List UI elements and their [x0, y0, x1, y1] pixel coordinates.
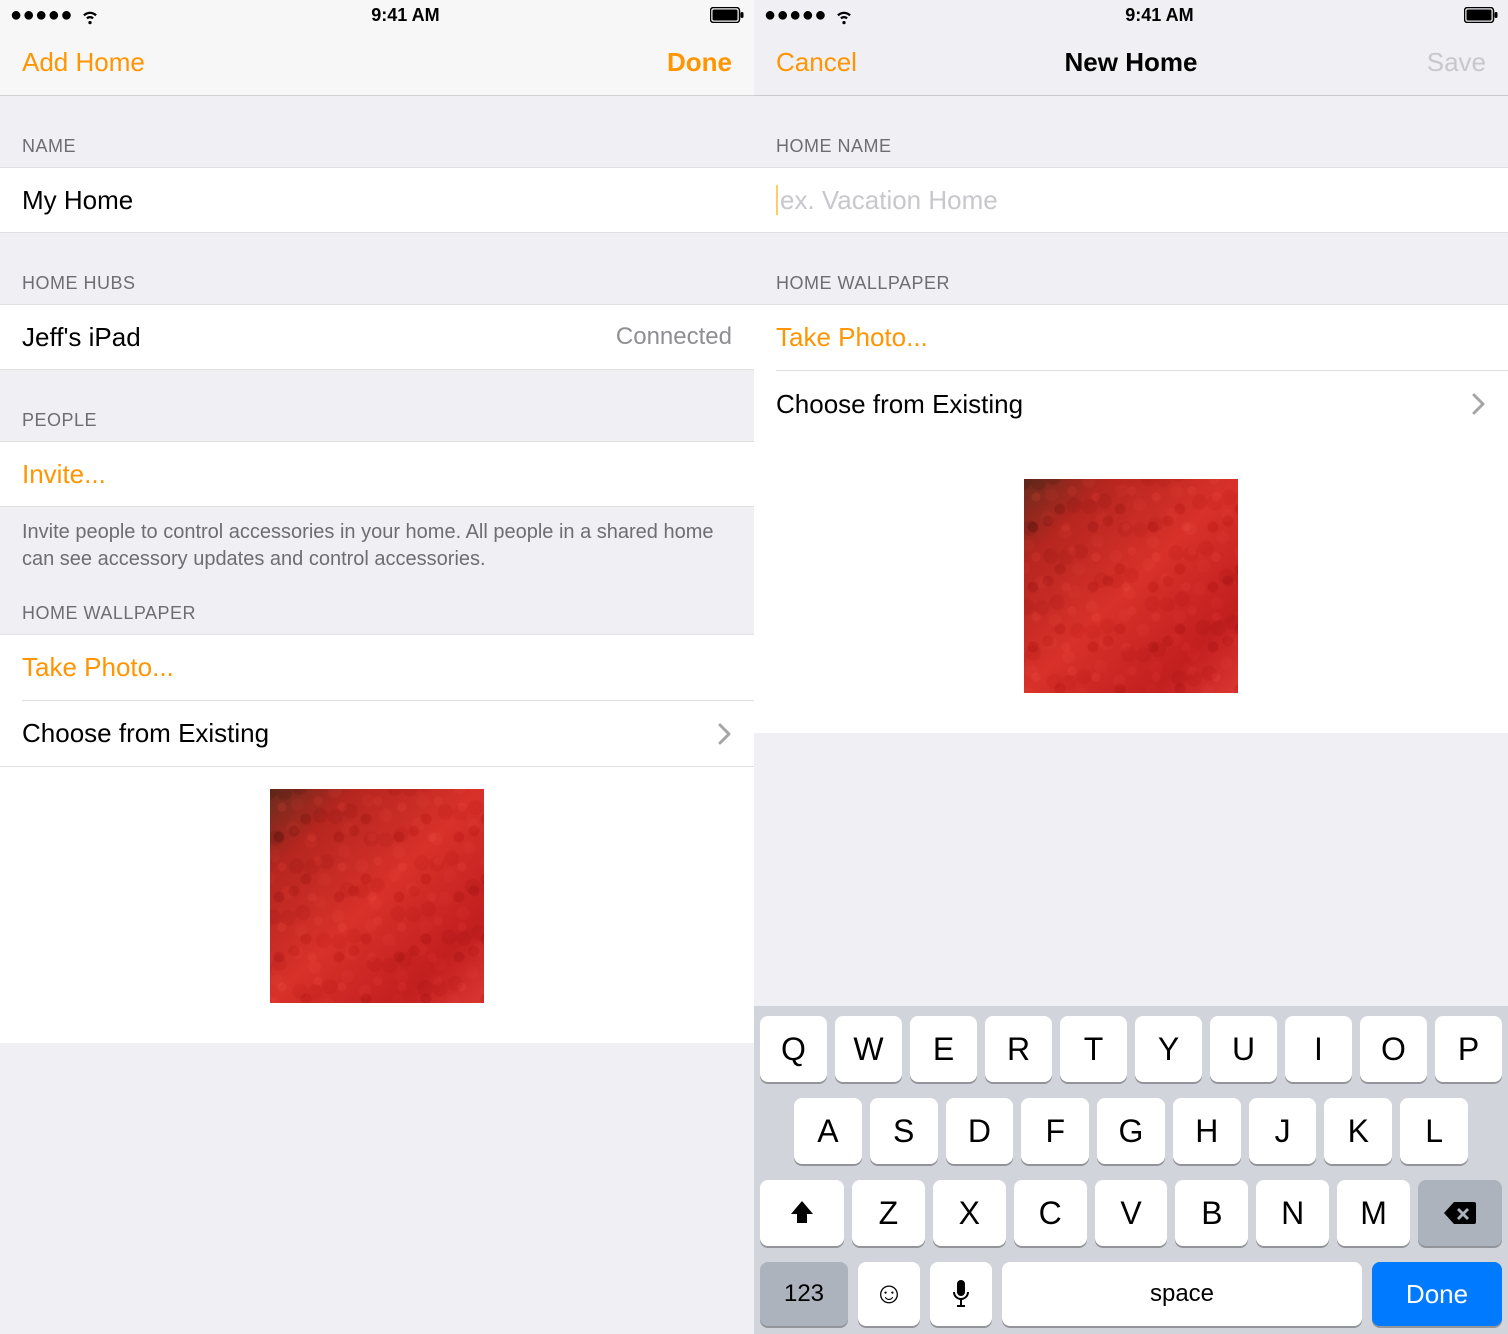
keyboard-row-4: 123 ☺ space Done [760, 1262, 1502, 1326]
key-r[interactable]: R [985, 1016, 1052, 1082]
key-g[interactable]: G [1097, 1098, 1165, 1164]
content-area: NAME My Home HOME HUBS Jeff's iPad Conne… [0, 96, 754, 1334]
key-l[interactable]: L [1400, 1098, 1468, 1164]
key-e[interactable]: E [910, 1016, 977, 1082]
key-p[interactable]: P [1435, 1016, 1502, 1082]
emoji-icon: ☺ [874, 1277, 905, 1311]
invite-label: Invite... [22, 459, 106, 490]
key-shift[interactable] [760, 1180, 844, 1246]
text-cursor [776, 185, 778, 215]
take-photo-label: Take Photo... [776, 322, 928, 353]
battery-icon [710, 7, 744, 23]
nav-add-home-button[interactable]: Add Home [22, 47, 145, 78]
status-right [710, 7, 744, 23]
mic-icon [951, 1279, 971, 1309]
nav-save-button[interactable]: Save [1366, 47, 1486, 78]
wallpaper-preview-image[interactable] [1024, 479, 1238, 693]
keyboard-row-3: Z X C V B N M [760, 1180, 1502, 1246]
take-photo-label: Take Photo... [22, 652, 174, 683]
signal-dots-icon: ●●●●● [764, 5, 827, 25]
wifi-icon [79, 4, 101, 26]
invite-cell[interactable]: Invite... [0, 441, 754, 507]
shift-icon [788, 1199, 816, 1227]
keyboard: Q W E R T Y U I O P A S D F G H J K L [754, 1006, 1508, 1334]
section-header-wallpaper: HOME WALLPAPER [754, 233, 1508, 304]
choose-existing-cell[interactable]: Choose from Existing [754, 371, 1508, 437]
people-footer-text: Invite people to control accessories in … [0, 507, 754, 573]
status-right [1464, 7, 1498, 23]
home-name-value: My Home [22, 185, 133, 216]
key-b[interactable]: B [1175, 1180, 1248, 1246]
key-o[interactable]: O [1360, 1016, 1427, 1082]
key-i[interactable]: I [1285, 1016, 1352, 1082]
backspace-icon [1442, 1199, 1478, 1227]
key-done[interactable]: Done [1372, 1262, 1502, 1326]
nav-title: New Home [896, 47, 1366, 78]
key-h[interactable]: H [1173, 1098, 1241, 1164]
section-header-hubs: HOME HUBS [0, 233, 754, 304]
key-m[interactable]: M [1337, 1180, 1410, 1246]
nav-cancel-button[interactable]: Cancel [776, 47, 896, 78]
key-u[interactable]: U [1210, 1016, 1277, 1082]
hub-device-status: Connected [616, 323, 732, 351]
home-name-input-cell[interactable] [754, 167, 1508, 233]
chevron-right-icon [718, 723, 732, 745]
key-v[interactable]: V [1095, 1180, 1168, 1246]
key-w[interactable]: W [835, 1016, 902, 1082]
key-y[interactable]: Y [1135, 1016, 1202, 1082]
key-f[interactable]: F [1021, 1098, 1089, 1164]
key-space[interactable]: space [1002, 1262, 1362, 1326]
signal-dots-icon: ●●●●● [10, 5, 73, 25]
choose-existing-label: Choose from Existing [776, 389, 1023, 420]
section-header-name: NAME [0, 96, 754, 167]
status-bar: ●●●●● 9:41 AM [754, 0, 1508, 30]
screen-home-settings: ●●●●● 9:41 AM Add Home Done NAME My Home… [0, 0, 754, 1334]
key-backspace[interactable] [1418, 1180, 1502, 1246]
hub-device-cell[interactable]: Jeff's iPad Connected [0, 304, 754, 370]
key-dictation[interactable] [930, 1262, 992, 1326]
status-left: ●●●●● [10, 4, 101, 26]
key-a[interactable]: A [794, 1098, 862, 1164]
hub-device-name: Jeff's iPad [22, 322, 141, 353]
chevron-right-icon [1472, 393, 1486, 415]
key-n[interactable]: N [1256, 1180, 1329, 1246]
key-t[interactable]: T [1060, 1016, 1127, 1082]
home-name-input[interactable] [780, 185, 1486, 216]
take-photo-cell[interactable]: Take Photo... [754, 304, 1508, 370]
nav-bar: Add Home Done [0, 30, 754, 96]
choose-existing-label: Choose from Existing [22, 718, 269, 749]
key-x[interactable]: X [933, 1180, 1006, 1246]
key-d[interactable]: D [946, 1098, 1014, 1164]
keyboard-row-2: A S D F G H J K L [760, 1098, 1502, 1164]
keyboard-row-1: Q W E R T Y U I O P [760, 1016, 1502, 1082]
key-j[interactable]: J [1249, 1098, 1317, 1164]
wifi-icon [833, 4, 855, 26]
nav-bar: Cancel New Home Save [754, 30, 1508, 96]
key-q[interactable]: Q [760, 1016, 827, 1082]
take-photo-cell[interactable]: Take Photo... [0, 634, 754, 700]
key-c[interactable]: C [1014, 1180, 1087, 1246]
choose-existing-cell[interactable]: Choose from Existing [0, 701, 754, 767]
key-emoji[interactable]: ☺ [858, 1262, 920, 1326]
section-header-people: PEOPLE [0, 370, 754, 441]
nav-done-button[interactable]: Done [612, 47, 732, 78]
key-z[interactable]: Z [852, 1180, 925, 1246]
status-left: ●●●●● [764, 4, 855, 26]
status-bar: ●●●●● 9:41 AM [0, 0, 754, 30]
key-k[interactable]: K [1324, 1098, 1392, 1164]
home-name-cell[interactable]: My Home [0, 167, 754, 233]
status-time: 9:41 AM [371, 5, 439, 26]
key-s[interactable]: S [870, 1098, 938, 1164]
battery-icon [1464, 7, 1498, 23]
status-time: 9:41 AM [1125, 5, 1193, 26]
key-numbers[interactable]: 123 [760, 1262, 848, 1326]
content-area: HOME NAME HOME WALLPAPER Take Photo... C… [754, 96, 1508, 1334]
section-header-wallpaper: HOME WALLPAPER [0, 573, 754, 634]
screen-new-home: ●●●●● 9:41 AM Cancel New Home Save HOME … [754, 0, 1508, 1334]
section-header-home-name: HOME NAME [754, 96, 1508, 167]
wallpaper-preview-image[interactable] [270, 789, 484, 1003]
